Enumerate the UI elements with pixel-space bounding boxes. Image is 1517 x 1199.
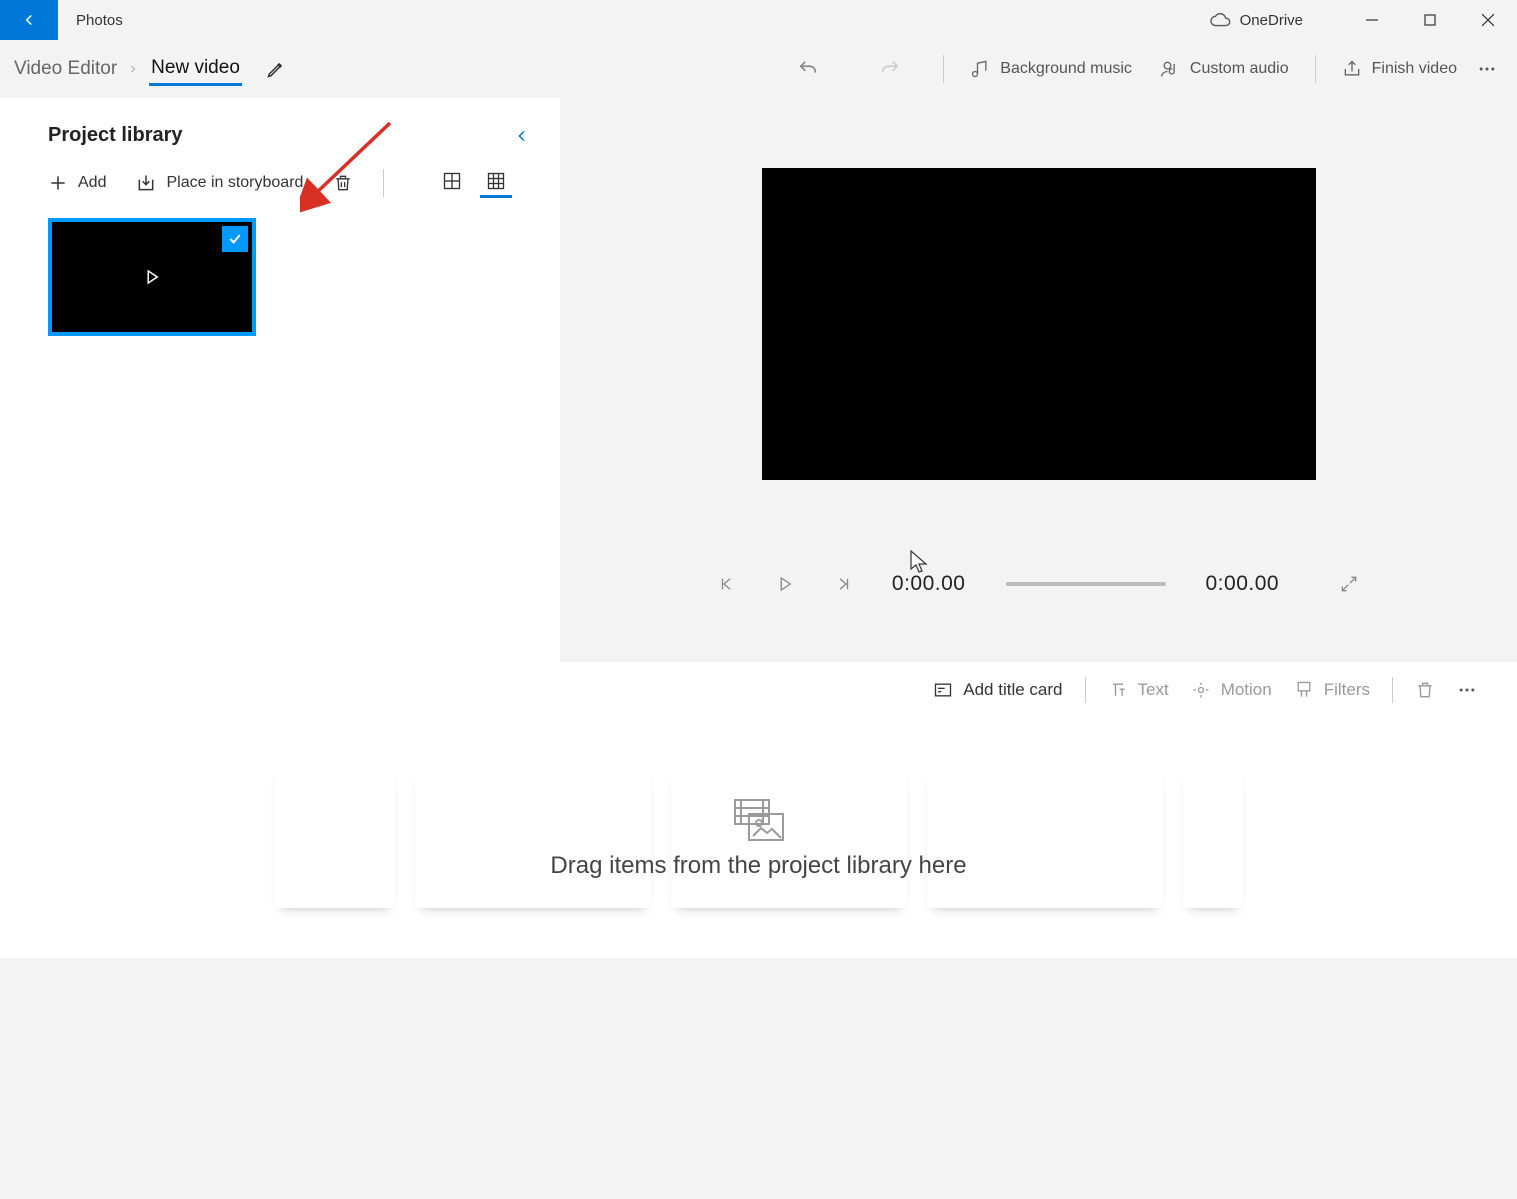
grid-large-button[interactable] <box>436 167 468 198</box>
cloud-icon <box>1210 12 1232 28</box>
undo-icon <box>797 58 819 80</box>
plus-icon <box>48 173 68 193</box>
minimize-button[interactable] <box>1343 0 1401 40</box>
storyboard-delete-button[interactable] <box>1415 680 1435 700</box>
back-button[interactable] <box>0 0 58 40</box>
ellipsis-icon <box>1457 680 1477 700</box>
redo-icon <box>879 58 901 80</box>
place-label: Place in storyboard <box>166 174 303 192</box>
onedrive-status[interactable]: OneDrive <box>1210 12 1303 29</box>
app-title: Photos <box>76 12 123 29</box>
custom-audio-label: Custom audio <box>1190 60 1289 78</box>
close-button[interactable] <box>1459 0 1517 40</box>
undo-button[interactable] <box>797 58 819 80</box>
add-label: Add <box>78 174 106 192</box>
text-button[interactable]: Text <box>1108 680 1169 700</box>
pencil-icon <box>266 59 286 79</box>
grid-3x3-icon <box>486 171 506 191</box>
text-label: Text <box>1138 680 1169 700</box>
onedrive-label: OneDrive <box>1240 12 1303 29</box>
custom-audio-button[interactable]: Custom audio <box>1146 51 1303 87</box>
filters-icon <box>1294 680 1314 700</box>
next-frame-button[interactable] <box>834 575 852 593</box>
time-total: 0:00.00 <box>1206 572 1280 596</box>
selected-check-icon <box>222 226 248 252</box>
add-title-card-label: Add title card <box>963 680 1062 700</box>
more-button[interactable] <box>1471 51 1503 87</box>
titlebar: Photos OneDrive <box>0 0 1517 40</box>
storyboard-slot[interactable] <box>671 768 907 908</box>
person-audio-icon <box>1160 59 1180 79</box>
finish-video-button[interactable]: Finish video <box>1328 51 1471 87</box>
export-icon <box>1342 59 1362 79</box>
main-area: Project library Add Place in storyboard <box>0 98 1517 662</box>
motion-icon <box>1191 680 1211 700</box>
music-note-icon <box>970 59 990 79</box>
scrub-bar[interactable] <box>1006 582 1166 586</box>
project-library-panel: Project library Add Place in storyboard <box>0 98 560 662</box>
play-icon <box>776 575 794 593</box>
editor-toolbar: Video Editor New video Background music … <box>0 40 1517 98</box>
motion-label: Motion <box>1221 680 1272 700</box>
add-title-card-button[interactable]: Add title card <box>933 680 1062 700</box>
motion-button[interactable]: Motion <box>1191 680 1272 700</box>
project-name[interactable]: New video <box>149 53 242 86</box>
library-clip-thumbnail[interactable] <box>48 218 256 336</box>
time-current: 0:00.00 <box>892 572 966 596</box>
background-music-label: Background music <box>1000 60 1132 78</box>
chevron-right-icon <box>127 63 139 75</box>
trash-icon <box>333 173 353 193</box>
storyboard-slot[interactable] <box>1183 768 1243 908</box>
playback-controls: 0:00.00 0:00.00 <box>718 572 1359 596</box>
play-button[interactable] <box>776 575 794 593</box>
title-card-icon <box>933 680 953 700</box>
chevron-left-icon <box>514 125 530 147</box>
place-in-storyboard-button[interactable]: Place in storyboard <box>136 173 303 193</box>
maximize-button[interactable] <box>1401 0 1459 40</box>
filters-button[interactable]: Filters <box>1294 680 1370 700</box>
prev-frame-button[interactable] <box>718 575 736 593</box>
storyboard-slot[interactable] <box>275 768 395 908</box>
place-icon <box>136 173 156 193</box>
preview-panel: 0:00.00 0:00.00 <box>560 98 1517 662</box>
add-button[interactable]: Add <box>48 173 106 193</box>
library-title: Project library <box>48 124 183 147</box>
grid-2x2-icon <box>442 171 462 191</box>
expand-icon <box>1339 574 1359 594</box>
grid-small-button[interactable] <box>480 167 512 198</box>
delete-button[interactable] <box>333 173 353 193</box>
fullscreen-button[interactable] <box>1339 574 1359 594</box>
redo-button[interactable] <box>879 58 901 80</box>
edit-name-button[interactable] <box>266 59 286 79</box>
play-icon <box>143 268 161 286</box>
filters-label: Filters <box>1324 680 1370 700</box>
background-music-button[interactable]: Background music <box>956 51 1146 87</box>
storyboard[interactable]: Drag items from the project library here <box>0 718 1517 958</box>
trash-icon <box>1415 680 1435 700</box>
storyboard-slot[interactable] <box>415 768 651 908</box>
storyboard-toolbar: Add title card Text Motion Filters <box>0 662 1517 718</box>
video-preview[interactable] <box>762 168 1316 480</box>
step-back-icon <box>718 575 736 593</box>
storyboard-slot[interactable] <box>927 768 1163 908</box>
text-icon <box>1108 680 1128 700</box>
ellipsis-icon <box>1477 59 1497 79</box>
step-forward-icon <box>834 575 852 593</box>
storyboard-more-button[interactable] <box>1457 680 1477 700</box>
breadcrumb-root[interactable]: Video Editor <box>14 58 117 80</box>
collapse-library-button[interactable] <box>514 125 530 147</box>
finish-video-label: Finish video <box>1372 60 1457 78</box>
